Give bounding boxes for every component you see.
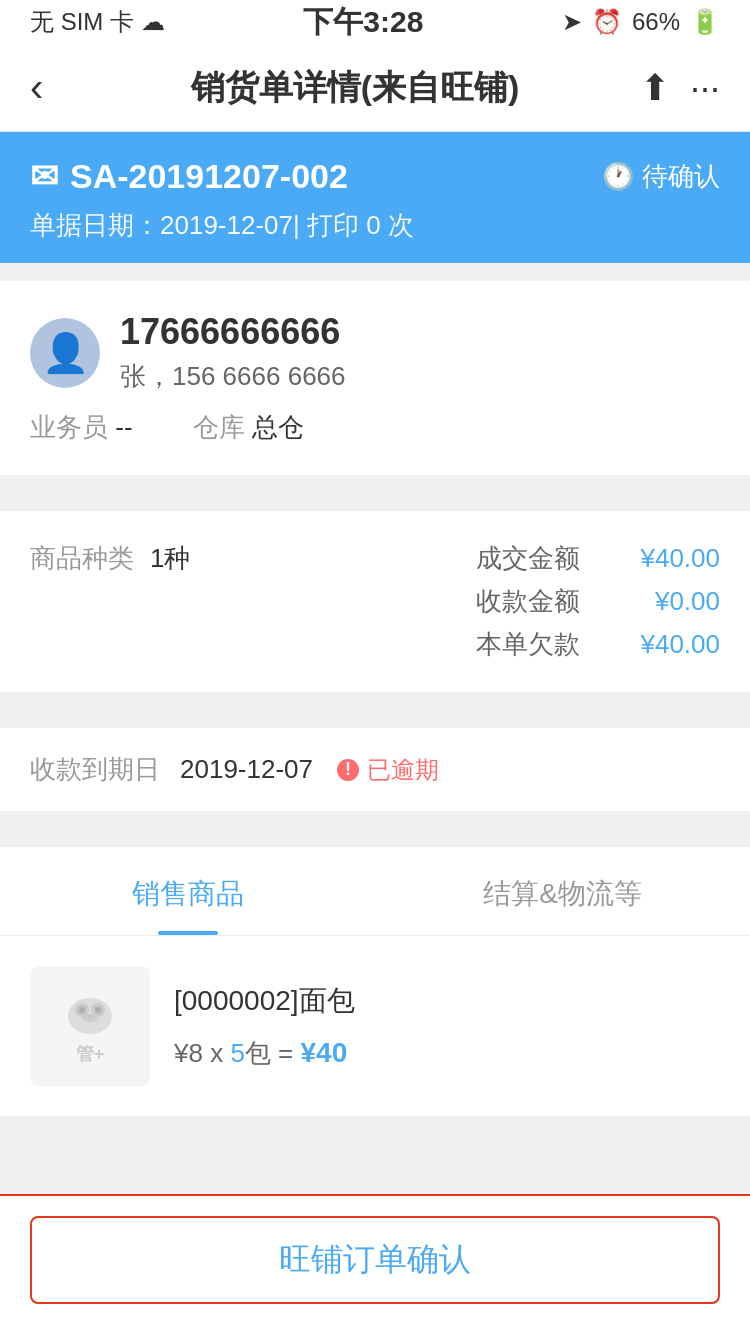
summary-left: 商品种类 1种 (30, 541, 375, 576)
nav-actions: ⬆ ··· (620, 67, 720, 109)
product-image: 管+ (30, 966, 150, 1086)
salesperson-field: 业务员 -- (30, 410, 133, 445)
amount-row-3: 本单欠款 ¥40.00 (476, 627, 720, 662)
sim-status: 无 SIM 卡 ☁ (30, 6, 165, 38)
divider-3 (0, 811, 750, 829)
page-title: 销货单详情(来自旺铺) (90, 65, 620, 111)
summary-card: 商品种类 1种 成交金额 ¥40.00 收款金额 ¥0.00 本单欠款 ¥40.… (0, 511, 750, 692)
tab-sales-products[interactable]: 销售商品 (0, 847, 375, 935)
customer-name: 17666666666 (120, 311, 346, 353)
nav-bar: ‹ 销货单详情(来自旺铺) ⬆ ··· (0, 44, 750, 132)
customer-fields: 业务员 -- 仓库 总仓 (30, 410, 720, 445)
status-time: 下午3:28 (303, 2, 423, 43)
navigation-icon: ➤ (562, 8, 582, 36)
status-bar: 无 SIM 卡 ☁ 下午3:28 ➤ ⏰ 66% 🔋 (0, 0, 750, 44)
order-icon: ✉ (30, 156, 58, 196)
tab-settlement[interactable]: 结算&物流等 (375, 847, 750, 935)
customer-header: 👤 17666666666 张，156 6666 6666 (30, 311, 720, 394)
bottom-bar: 旺铺订单确认 (0, 1194, 750, 1334)
confirm-order-button[interactable]: 旺铺订单确认 (30, 1216, 720, 1304)
avatar-icon: 👤 (42, 331, 89, 375)
overdue-icon: ! (337, 759, 359, 781)
overdue-badge: ! 已逾期 (337, 754, 439, 786)
tabs-header: 销售商品 结算&物流等 (0, 847, 750, 936)
summary-right: 成交金额 ¥40.00 收款金额 ¥0.00 本单欠款 ¥40.00 (375, 541, 720, 662)
svg-point-6 (96, 1008, 100, 1012)
product-owl-icon (60, 986, 120, 1036)
back-button[interactable]: ‹ (30, 65, 90, 110)
battery-level: 66% (632, 8, 680, 36)
status-right: ➤ ⏰ 66% 🔋 (562, 8, 720, 36)
product-brand-label: 管+ (76, 1042, 105, 1066)
divider-2 (0, 692, 750, 710)
warehouse-field: 仓库 总仓 (193, 410, 304, 445)
svg-point-5 (80, 1008, 84, 1012)
more-button[interactable]: ··· (690, 67, 720, 109)
product-price: ¥8 x 5包 = ¥40 (174, 1036, 720, 1071)
status-clock-icon: 🕐 (602, 161, 634, 192)
order-date: 单据日期：2019-12-07| 打印 0 次 (30, 208, 720, 243)
order-number: ✉ SA-20191207-002 (30, 156, 348, 196)
battery-icon: 🔋 (690, 8, 720, 36)
divider-1 (0, 475, 750, 493)
tabs-card: 销售商品 结算&物流等 管+ (0, 847, 750, 1116)
amount-row-2: 收款金额 ¥0.00 (476, 584, 720, 619)
product-info: [0000002]面包 ¥8 x 5包 = ¥40 (174, 982, 720, 1071)
product-name: [0000002]面包 (174, 982, 720, 1020)
product-item: 管+ [0000002]面包 ¥8 x 5包 = ¥40 (0, 936, 750, 1116)
alarm-icon: ⏰ (592, 8, 622, 36)
status-left: 无 SIM 卡 ☁ (30, 6, 165, 38)
due-date-card: 收款到期日 2019-12-07 ! 已逾期 (0, 728, 750, 811)
customer-card: 👤 17666666666 张，156 6666 6666 业务员 -- 仓库 … (0, 281, 750, 475)
order-status: 🕐 待确认 (602, 159, 720, 194)
avatar: 👤 (30, 318, 100, 388)
share-button[interactable]: ⬆ (640, 67, 670, 109)
order-banner: ✉ SA-20191207-002 🕐 待确认 单据日期：2019-12-07|… (0, 132, 750, 263)
amount-row-1: 成交金额 ¥40.00 (476, 541, 720, 576)
customer-sub: 张，156 6666 6666 (120, 359, 346, 394)
